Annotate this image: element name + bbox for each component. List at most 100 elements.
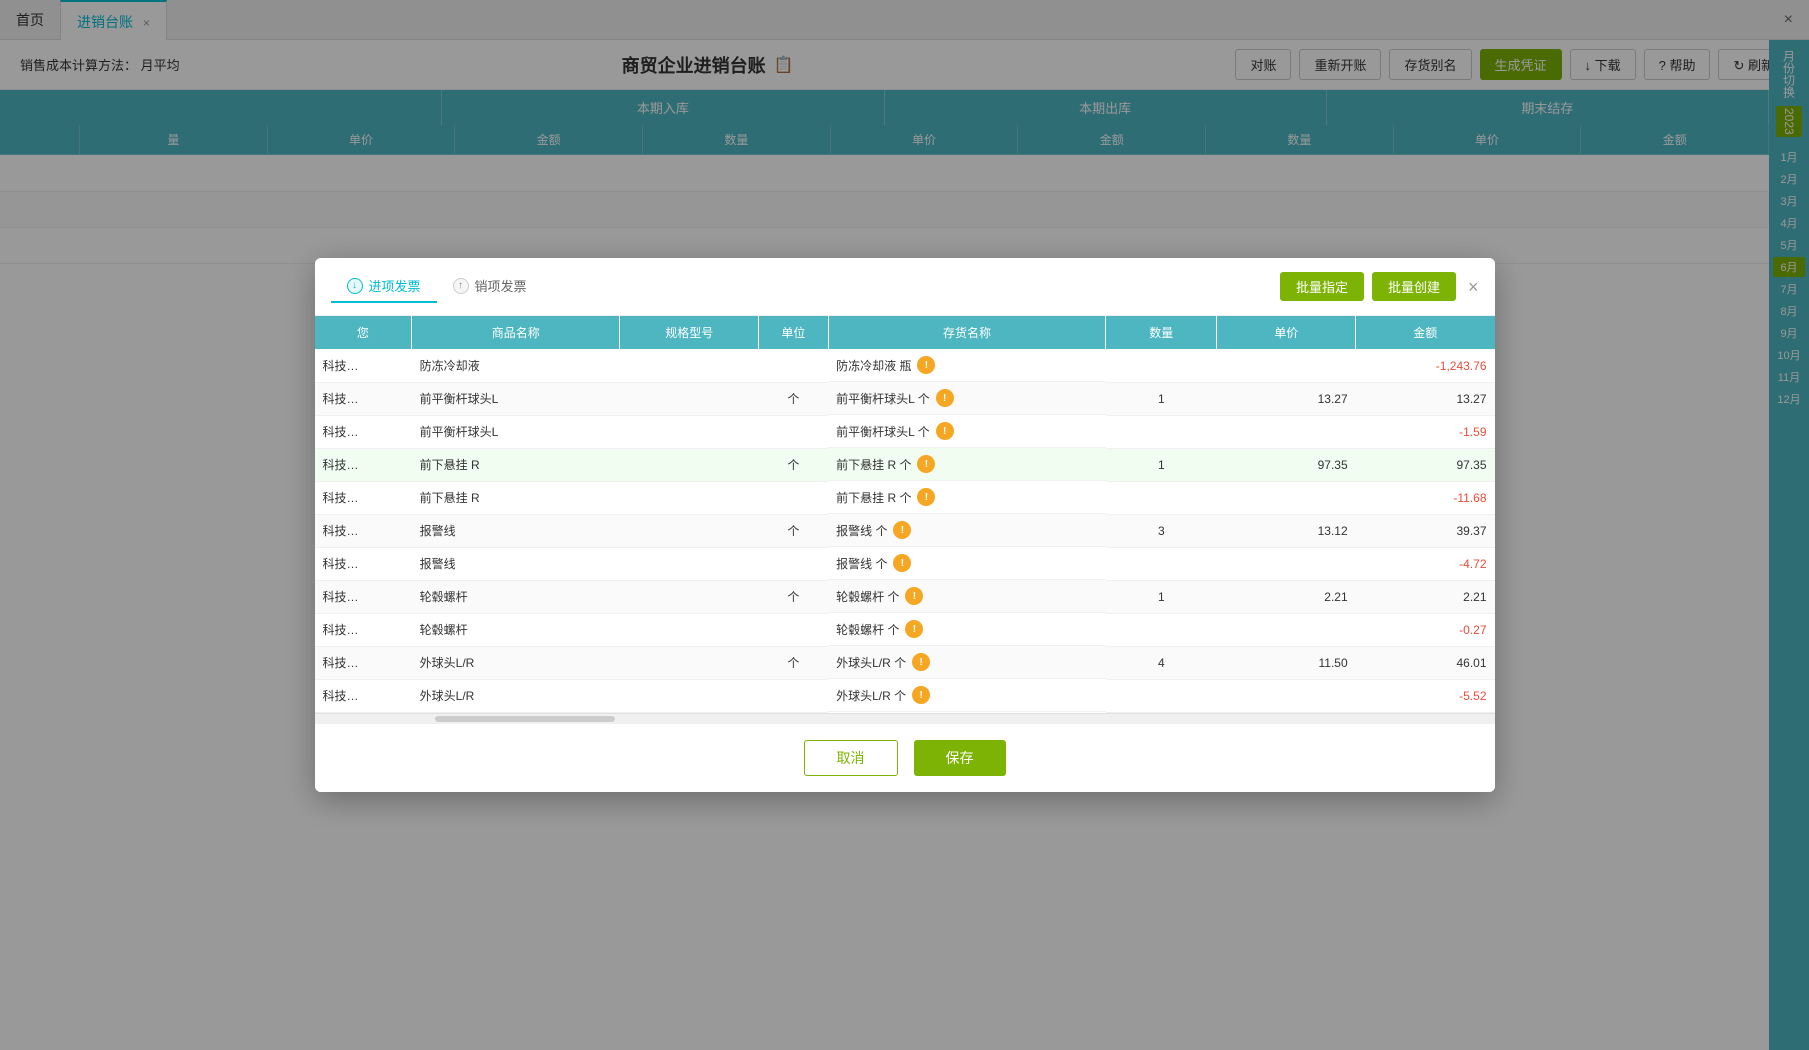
warning-icon[interactable]: ! [936,422,954,440]
cell-spec [620,481,759,514]
dialog-header-actions: 批量指定 批量创建 [1280,272,1456,301]
th-col1: 您 [315,316,412,349]
cell-price: 13.27 [1217,382,1356,415]
cell-inventory: 轮毂螺杆 个! [828,613,1106,646]
cell-product-name: 前平衡杆球头L [412,382,620,415]
cell-qty [1106,613,1217,646]
batch-create-button[interactable]: 批量创建 [1372,272,1456,301]
th-amount: 金额 [1356,316,1495,349]
warning-icon[interactable]: ! [917,356,935,374]
warning-icon[interactable]: ! [893,521,911,539]
income-invoice-icon: ↓ [347,278,363,294]
table-row: 科技…防冻冷却液防冻冷却液 瓶!-1,243.76 [315,349,1495,382]
cell-unit: 个 [759,514,828,547]
cell-qty [1106,679,1217,712]
cell-product-name: 外球头L/R [412,646,620,679]
table-row: 科技…报警线个报警线 个!313.1239.37 [315,514,1495,547]
cell-product-name: 防冻冷却液 [412,349,620,382]
cell-amount: 46.01 [1356,646,1495,679]
cell-company: 科技… [315,415,412,448]
warning-icon[interactable]: ! [905,620,923,638]
main-area: 销售成本计算方法： 月平均 商贸企业进销台账 📋 对账 重新开账 存货别名 生成… [0,40,1809,1050]
cell-company: 科技… [315,547,412,580]
cancel-button[interactable]: 取消 [804,740,898,776]
dialog-header: ↓ 进项发票 ↑ 销项发票 批量指定 批量创建 × [315,258,1495,316]
cell-inventory: 报警线 个! [828,547,1106,580]
cell-amount: 97.35 [1356,448,1495,481]
tab-sales-invoice[interactable]: ↑ 销项发票 [437,270,543,303]
cell-company: 科技… [315,349,412,382]
cell-unit: 个 [759,448,828,481]
cell-company: 科技… [315,646,412,679]
cell-spec [620,547,759,580]
cell-spec [620,580,759,613]
dialog-close-button[interactable]: × [1468,278,1479,296]
cell-inventory: 前下悬挂 R 个! [828,481,1106,514]
cell-spec [620,514,759,547]
warning-icon[interactable]: ! [912,686,930,704]
cell-unit: 个 [759,580,828,613]
cell-qty: 1 [1106,580,1217,613]
cell-spec [620,448,759,481]
cell-qty [1106,349,1217,382]
dialog: ↓ 进项发票 ↑ 销项发票 批量指定 批量创建 × [315,258,1495,792]
cell-amount: -5.52 [1356,679,1495,712]
cell-qty: 1 [1106,382,1217,415]
cell-inventory: 前平衡杆球头L 个! [828,415,1106,448]
cell-qty [1106,481,1217,514]
warning-icon[interactable]: ! [917,488,935,506]
cell-company: 科技… [315,514,412,547]
warning-icon[interactable]: ! [893,554,911,572]
batch-assign-button[interactable]: 批量指定 [1280,272,1364,301]
cell-price [1217,415,1356,448]
cell-amount: -0.27 [1356,613,1495,646]
cell-inventory: 轮毂螺杆 个! [828,580,1106,613]
cell-spec [620,613,759,646]
tab-income-invoice[interactable]: ↓ 进项发票 [331,270,437,303]
th-qty: 数量 [1106,316,1217,349]
cell-inventory: 防冻冷却液 瓶! [828,349,1106,382]
cell-product-name: 前平衡杆球头L [412,415,620,448]
cell-price [1217,613,1356,646]
table-row: 科技…外球头L/R外球头L/R 个!-5.52 [315,679,1495,712]
warning-icon[interactable]: ! [905,587,923,605]
cell-price [1217,547,1356,580]
table-row: 科技…前下悬挂 R前下悬挂 R 个!-11.68 [315,481,1495,514]
cell-price [1217,481,1356,514]
cell-price: 11.50 [1217,646,1356,679]
th-price: 单价 [1217,316,1356,349]
cell-company: 科技… [315,580,412,613]
table-row: 科技…前下悬挂 R个前下悬挂 R 个!197.3597.35 [315,448,1495,481]
scrollbar-thumb[interactable] [435,716,615,722]
cell-amount: -4.72 [1356,547,1495,580]
warning-icon[interactable]: ! [917,455,935,473]
cell-product-name: 报警线 [412,514,620,547]
cell-qty [1106,415,1217,448]
cell-qty: 3 [1106,514,1217,547]
th-inventory-name: 存货名称 [828,316,1106,349]
table-row: 科技…轮毂螺杆轮毂螺杆 个!-0.27 [315,613,1495,646]
cell-unit: 个 [759,382,828,415]
cell-company: 科技… [315,382,412,415]
th-product-name: 商品名称 [412,316,620,349]
cell-spec [620,679,759,712]
cell-inventory: 前平衡杆球头L 个! [828,382,1106,415]
dialog-footer: 取消 保存 [315,723,1495,792]
save-button[interactable]: 保存 [914,740,1006,776]
warning-icon[interactable]: ! [912,653,930,671]
cell-amount: 2.21 [1356,580,1495,613]
dialog-scrollbar[interactable] [315,713,1495,723]
table-row: 科技…轮毂螺杆个轮毂螺杆 个!12.212.21 [315,580,1495,613]
cell-unit [759,679,828,712]
cell-product-name: 报警线 [412,547,620,580]
warning-icon[interactable]: ! [936,389,954,407]
cell-unit [759,349,828,382]
cell-product-name: 轮毂螺杆 [412,580,620,613]
cell-unit [759,613,828,646]
dialog-body: 您 商品名称 规格型号 单位 存货名称 数量 单价 金额 科技…防冻冷 [315,316,1495,723]
cell-spec [620,646,759,679]
cell-inventory: 前下悬挂 R 个! [828,448,1106,481]
cell-amount: -11.68 [1356,481,1495,514]
cell-qty: 1 [1106,448,1217,481]
cell-company: 科技… [315,481,412,514]
